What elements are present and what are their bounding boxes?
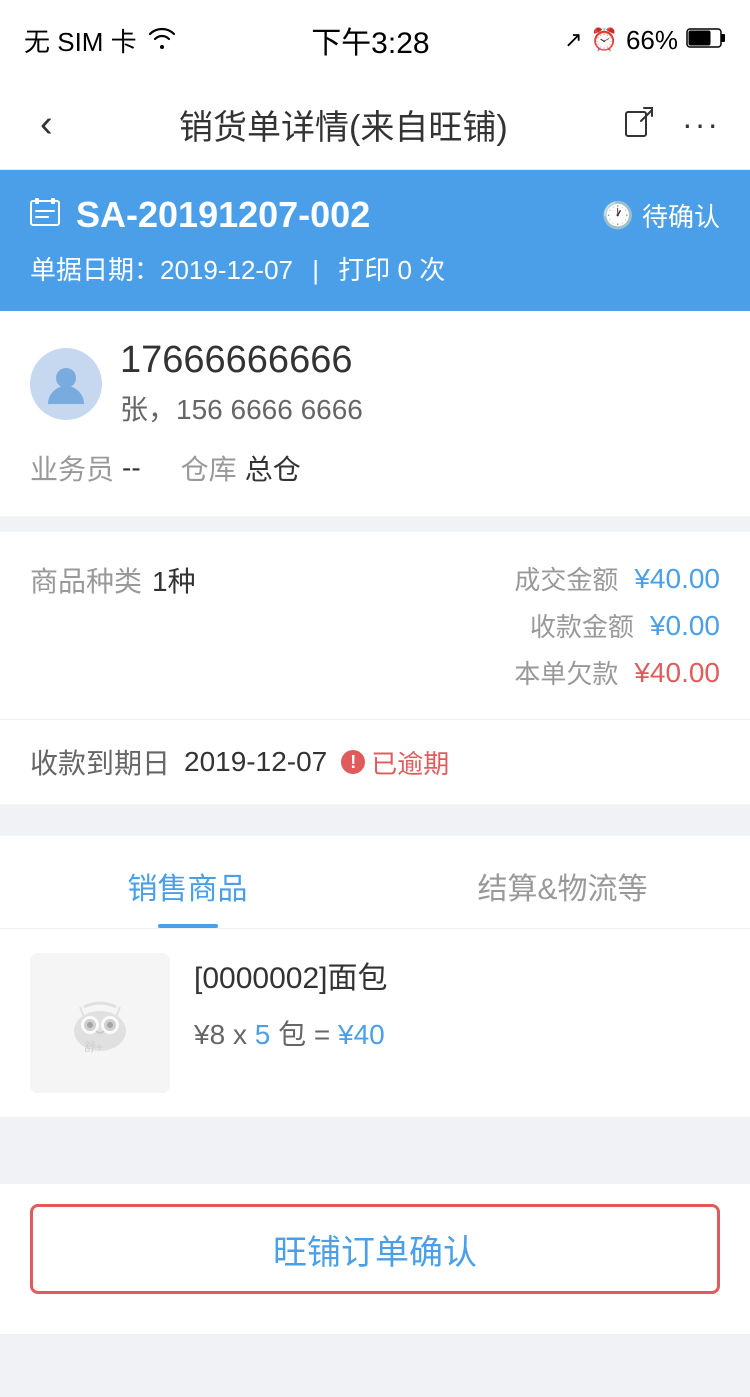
status-time: 下午3:28 [311,18,429,62]
share-button[interactable] [624,104,658,146]
alarm-icon: ⏰ [591,27,618,53]
battery-text: 66% [626,25,678,56]
warehouse-meta: 仓库 总仓 [181,448,301,488]
carrier-text: 无 SIM 卡 [24,22,137,59]
location-icon: ↗ [564,27,582,53]
wifi-icon [147,25,177,56]
product-image: 舒+ [30,953,170,1093]
summary-section: 商品种类 1种 成交金额 ¥40.00 收款金额 ¥0.00 本单欠款 ¥40.… [0,532,750,719]
order-status: 🕐 待确认 [602,197,720,234]
status-carrier-wifi: 无 SIM 卡 [24,22,177,59]
divider-1 [0,516,750,532]
order-icon [30,194,64,236]
product-item: 舒+ [0000002]面包 ¥8 x 5 包 = ¥40 [30,953,720,1093]
due-date-section: 收款到期日 2019-12-07 ! 已逾期 [0,719,750,804]
more-button[interactable]: ··· [682,106,720,143]
tab-products[interactable]: 销售商品 [0,836,375,928]
status-right-icons: ↗ ⏰ 66% [564,25,726,56]
avatar [30,348,102,420]
overdue-badge: ! 已逾期 [341,744,449,781]
confirm-order-button[interactable]: 旺铺订单确认 [30,1204,720,1294]
divider-2 [0,804,750,820]
customer-section: 17666666666 张，156 6666 6666 业务员 -- 仓库 总仓 [0,311,750,516]
amount-summary: 成交金额 ¥40.00 收款金额 ¥0.00 本单欠款 ¥40.00 [514,560,720,691]
nav-bar: ‹ 销货单详情(来自旺铺) ··· [0,80,750,170]
battery-icon [686,25,726,56]
order-date-line: 单据日期：2019-12-07 | 打印 0 次 [30,250,720,287]
balance-amount-row: 本单欠款 ¥40.00 [514,654,720,691]
received-amount-row: 收款金额 ¥0.00 [530,607,720,644]
customer-phone: 17666666666 [120,339,363,382]
customer-meta: 业务员 -- 仓库 总仓 [30,448,720,488]
overdue-icon: ! [341,750,365,774]
back-button[interactable]: ‹ [30,93,63,156]
bottom-bar: 旺铺订单确认 [0,1184,750,1334]
product-details: [0000002]面包 ¥8 x 5 包 = ¥40 [194,953,720,1053]
customer-name: 张，156 6666 6666 [120,388,363,428]
deal-amount-row: 成交金额 ¥40.00 [514,560,720,597]
salesman-meta: 业务员 -- [30,448,141,488]
product-type-info: 商品种类 1种 [30,560,196,600]
nav-right-actions: ··· [624,104,720,146]
customer-info: 17666666666 张，156 6666 6666 [120,339,363,428]
page-title: 销货单详情(来自旺铺) [179,100,508,149]
product-name: [0000002]面包 [194,953,720,997]
tabs-section: 销售商品 结算&物流等 [0,836,750,929]
product-price-row: ¥8 x 5 包 = ¥40 [194,1013,720,1053]
order-id: SA-20191207-002 [30,194,370,236]
svg-text:舒+: 舒+ [84,1040,103,1053]
tabs-row: 销售商品 结算&物流等 [0,836,750,928]
status-bar: 无 SIM 卡 下午3:28 ↗ ⏰ 66% [0,0,750,80]
order-header-card: SA-20191207-002 🕐 待确认 单据日期：2019-12-07 | … [0,170,750,311]
product-list: 舒+ [0000002]面包 ¥8 x 5 包 = ¥40 [0,929,750,1117]
clock-icon: 🕐 [602,200,634,231]
tab-settlement[interactable]: 结算&物流等 [375,836,750,928]
